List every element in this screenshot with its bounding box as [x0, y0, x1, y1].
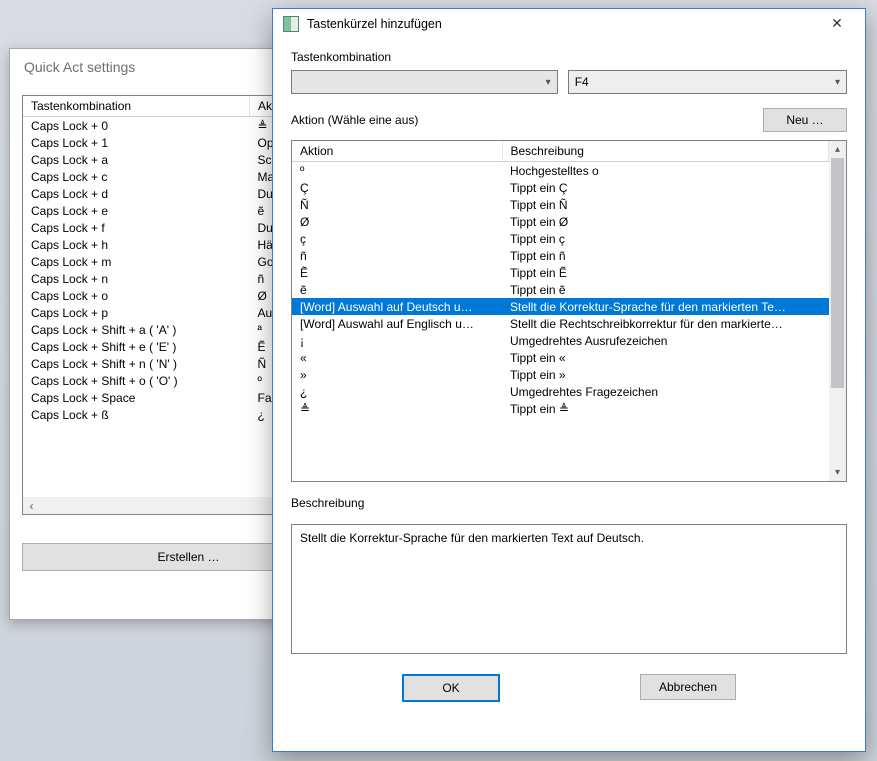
- list-item[interactable]: «Tippt ein «: [292, 349, 829, 366]
- action-name: Ø: [292, 213, 502, 230]
- scroll-down-icon[interactable]: ▾: [829, 464, 846, 481]
- list-item[interactable]: [Word] Auswahl auf Englisch u…Stellt die…: [292, 315, 829, 332]
- row-combo: Caps Lock + Shift + a ( 'A' ): [23, 321, 250, 338]
- action-name: ≜: [292, 400, 502, 417]
- action-desc: Tippt ein Ẽ: [502, 264, 829, 281]
- ok-label: OK: [442, 681, 459, 695]
- choose-action-label: Aktion (Wähle eine aus): [291, 113, 763, 127]
- cancel-label: Abbrechen: [659, 680, 717, 694]
- row-combo: Caps Lock + a: [23, 151, 250, 168]
- action-desc: Tippt ein «: [502, 349, 829, 366]
- action-desc: Tippt ein ẽ: [502, 281, 829, 298]
- action-name: ẽ: [292, 281, 502, 298]
- action-name: ¿: [292, 383, 502, 400]
- list-item[interactable]: ÑTippt ein Ñ: [292, 196, 829, 213]
- row-combo: Caps Lock + Shift + e ( 'E' ): [23, 338, 250, 355]
- action-name: ç: [292, 230, 502, 247]
- scroll-thumb[interactable]: [831, 158, 844, 388]
- action-desc: Stellt die Rechtschreibkorrektur für den…: [502, 315, 829, 332]
- dialog-titlebar[interactable]: Tastenkürzel hinzufügen ✕: [273, 9, 865, 40]
- action-desc: Tippt ein Ø: [502, 213, 829, 230]
- key-value: F4: [575, 75, 589, 89]
- row-combo: Caps Lock + ß: [23, 406, 250, 423]
- scroll-up-icon[interactable]: ▴: [829, 141, 846, 158]
- create-button-label: Erstellen …: [157, 550, 219, 564]
- scroll-left-icon[interactable]: ‹: [23, 497, 40, 514]
- close-icon: ✕: [831, 15, 843, 31]
- list-header-desc[interactable]: Beschreibung: [502, 141, 829, 162]
- row-combo: Caps Lock + 1: [23, 134, 250, 151]
- list-item[interactable]: çTippt ein ç: [292, 230, 829, 247]
- action-name: [Word] Auswahl auf Englisch u…: [292, 315, 502, 332]
- action-name: «: [292, 349, 502, 366]
- combo-label: Tastenkombination: [291, 50, 847, 64]
- row-combo: Caps Lock + p: [23, 304, 250, 321]
- row-combo: Caps Lock + e: [23, 202, 250, 219]
- action-name: Ẽ: [292, 264, 502, 281]
- row-combo: Caps Lock + Shift + n ( 'N' ): [23, 355, 250, 372]
- row-combo: Caps Lock + f: [23, 219, 250, 236]
- action-desc: Tippt ein Ç: [502, 179, 829, 196]
- ok-button[interactable]: OK: [402, 674, 500, 702]
- list-item[interactable]: [Word] Auswahl auf Deutsch u…Stellt die …: [292, 298, 829, 315]
- row-combo: Caps Lock + c: [23, 168, 250, 185]
- list-item[interactable]: ¡Umgedrehtes Ausrufezeichen: [292, 332, 829, 349]
- action-desc: Umgedrehtes Fragezeichen: [502, 383, 829, 400]
- list-item[interactable]: »Tippt ein »: [292, 366, 829, 383]
- description-text: Stellt die Korrektur-Sprache für den mar…: [300, 531, 644, 545]
- action-name: ñ: [292, 247, 502, 264]
- action-name: º: [292, 162, 502, 180]
- list-item[interactable]: ñTippt ein ñ: [292, 247, 829, 264]
- list-item[interactable]: ≜Tippt ein ≜: [292, 400, 829, 417]
- app-icon: [283, 16, 299, 32]
- description-label: Beschreibung: [291, 496, 847, 510]
- action-desc: Tippt ein Ñ: [502, 196, 829, 213]
- close-button[interactable]: ✕: [819, 15, 855, 32]
- modifier-combo[interactable]: ▾: [291, 70, 558, 94]
- list-item[interactable]: ¿Umgedrehtes Fragezeichen: [292, 383, 829, 400]
- chevron-down-icon: ▾: [546, 77, 551, 88]
- action-name: »: [292, 366, 502, 383]
- new-button-label: Neu …: [786, 113, 823, 127]
- row-combo: Caps Lock + o: [23, 287, 250, 304]
- row-combo: Caps Lock + Shift + o ( 'O' ): [23, 372, 250, 389]
- action-desc: Tippt ein »: [502, 366, 829, 383]
- list-item[interactable]: ẽTippt ein ẽ: [292, 281, 829, 298]
- action-list[interactable]: Aktion Beschreibung ºHochgestelltes oÇTi…: [291, 140, 847, 482]
- add-shortcut-dialog: Tastenkürzel hinzufügen ✕ Tastenkombinat…: [272, 8, 866, 752]
- action-name: Ç: [292, 179, 502, 196]
- cancel-button[interactable]: Abbrechen: [640, 674, 736, 700]
- row-combo: Caps Lock + m: [23, 253, 250, 270]
- list-item[interactable]: ØTippt ein Ø: [292, 213, 829, 230]
- row-combo: Caps Lock + 0: [23, 117, 250, 135]
- row-combo: Caps Lock + h: [23, 236, 250, 253]
- list-item[interactable]: ºHochgestelltes o: [292, 162, 829, 180]
- action-desc: Hochgestelltes o: [502, 162, 829, 180]
- description-box: Stellt die Korrektur-Sprache für den mar…: [291, 524, 847, 654]
- action-desc: Tippt ein ñ: [502, 247, 829, 264]
- vertical-scrollbar[interactable]: ▴ ▾: [829, 141, 846, 481]
- action-name: [Word] Auswahl auf Deutsch u…: [292, 298, 502, 315]
- action-name: ¡: [292, 332, 502, 349]
- grid-header-combo[interactable]: Tastenkombination: [23, 96, 250, 117]
- row-combo: Caps Lock + n: [23, 270, 250, 287]
- new-button[interactable]: Neu …: [763, 108, 847, 132]
- row-combo: Caps Lock + d: [23, 185, 250, 202]
- list-item[interactable]: ẼTippt ein Ẽ: [292, 264, 829, 281]
- action-desc: Tippt ein ≜: [502, 400, 829, 417]
- action-desc: Tippt ein ç: [502, 230, 829, 247]
- action-desc: Stellt die Korrektur-Sprache für den mar…: [502, 298, 829, 315]
- key-combo[interactable]: F4 ▾: [568, 70, 847, 94]
- action-name: Ñ: [292, 196, 502, 213]
- chevron-down-icon: ▾: [835, 77, 840, 88]
- row-combo: Caps Lock + Space: [23, 389, 250, 406]
- list-item[interactable]: ÇTippt ein Ç: [292, 179, 829, 196]
- action-desc: Umgedrehtes Ausrufezeichen: [502, 332, 829, 349]
- list-header-action[interactable]: Aktion: [292, 141, 502, 162]
- dialog-title: Tastenkürzel hinzufügen: [307, 17, 442, 31]
